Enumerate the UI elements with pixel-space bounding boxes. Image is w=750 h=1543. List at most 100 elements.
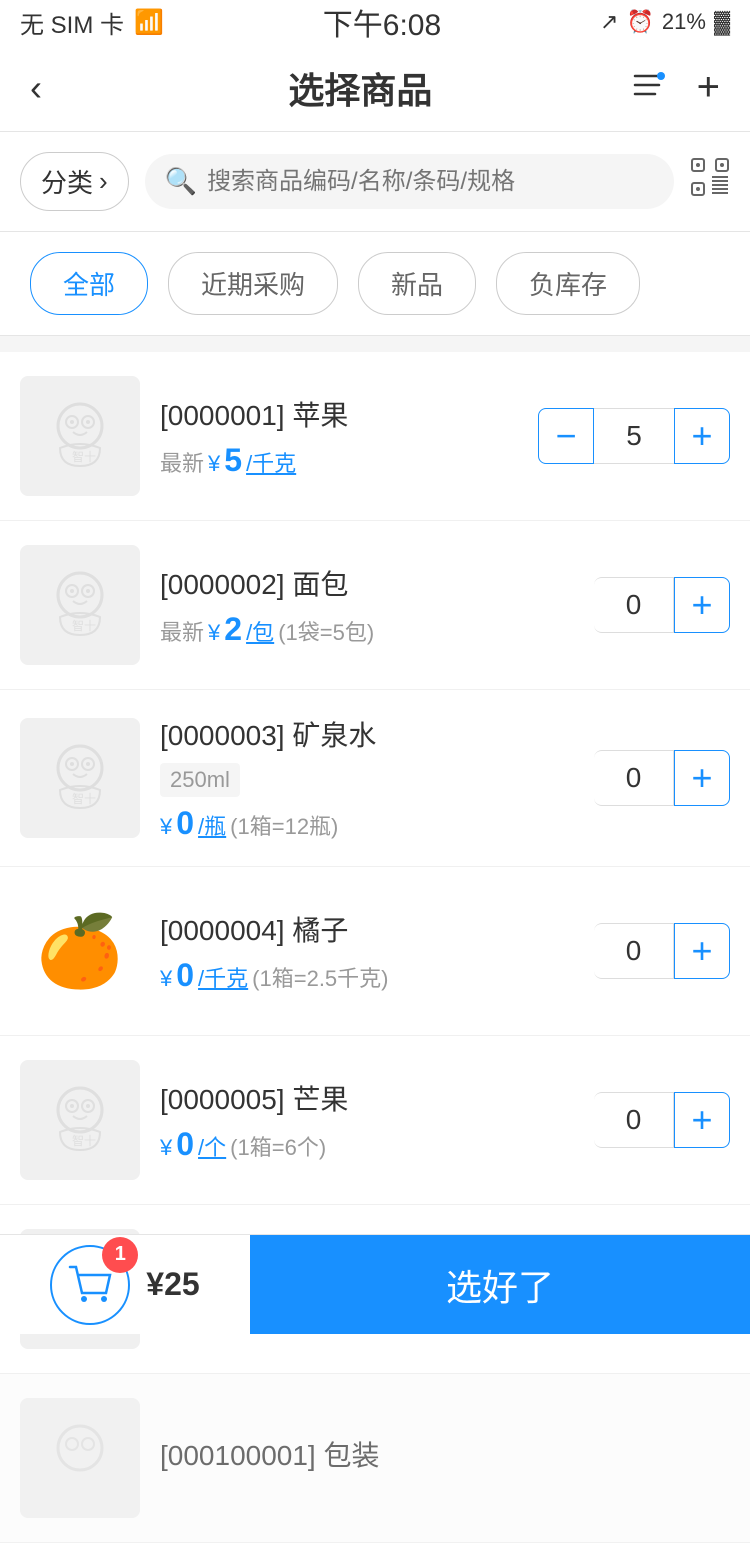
increase-button[interactable]: + — [674, 577, 730, 633]
price-extra: (1箱=2.5千克) — [252, 961, 388, 993]
cart-button[interactable]: 1 — [50, 1245, 130, 1325]
price-symbol: ¥ — [160, 814, 172, 840]
battery-icon: ▓ — [714, 9, 730, 35]
price-value: 0 — [176, 957, 194, 994]
product-price: ¥ 0 /千克 (1箱=2.5千克) — [160, 957, 574, 994]
product-name: [0000003] 矿泉水 — [160, 714, 574, 754]
battery-text: 21% — [662, 9, 706, 35]
product-info: [0000003] 矿泉水 250ml ¥ 0 /瓶 (1箱=12瓶) — [160, 714, 574, 842]
filter-tabs: 全部 近期采购 新品 负库存 — [0, 232, 750, 336]
product-name: [0000005] 芒果 — [160, 1078, 574, 1118]
price-label: 最新 — [160, 615, 204, 647]
bottom-bar: 1 ¥25 选好了 — [0, 1234, 750, 1334]
carrier-text: 无 SIM 卡 — [20, 5, 124, 40]
price-symbol: ¥ — [160, 966, 172, 992]
price-unit: /千克 — [198, 961, 248, 993]
product-thumbnail — [20, 1398, 140, 1518]
svg-text:智十: 智十 — [72, 618, 96, 633]
decrease-button[interactable]: − — [538, 408, 594, 464]
increase-button[interactable]: + — [674, 750, 730, 806]
quantity-input[interactable] — [594, 1092, 674, 1148]
price-unit: /包 — [246, 615, 274, 647]
product-spec: 250ml — [160, 763, 240, 797]
price-unit: /个 — [198, 1130, 226, 1162]
product-info: [0000002] 面包 最新 ¥ 2 /包 (1袋=5包) — [160, 563, 574, 648]
status-left: 无 SIM 卡 📶 — [20, 5, 164, 40]
price-symbol: ¥ — [208, 451, 220, 477]
tab-negative[interactable]: 负库存 — [496, 252, 640, 315]
price-symbol: ¥ — [208, 620, 220, 646]
filter-icon[interactable] — [631, 65, 667, 110]
price-unit: /千克 — [246, 446, 296, 478]
increase-button[interactable]: + — [674, 408, 730, 464]
price-value: 5 — [224, 442, 242, 479]
product-thumbnail: 🍊 — [20, 891, 140, 1011]
product-price: 最新 ¥ 2 /包 (1袋=5包) — [160, 611, 574, 648]
cart-total: ¥25 — [146, 1266, 199, 1303]
product-list: 智十 [0000001] 苹果 最新 ¥ 5 /千克 − + — [0, 352, 750, 1543]
price-value: 0 — [176, 1126, 194, 1163]
quantity-controls: + — [594, 923, 730, 979]
product-item: 智十 [0000005] 芒果 ¥ 0 /个 (1箱=6个) + — [0, 1036, 750, 1205]
svg-text:智十: 智十 — [72, 1133, 96, 1148]
confirm-button[interactable]: 选好了 — [250, 1235, 750, 1334]
price-label: 最新 — [160, 446, 204, 478]
category-label: 分类 — [41, 163, 93, 200]
price-extra: (1箱=12瓶) — [230, 809, 338, 841]
search-icon: 🔍 — [165, 166, 197, 197]
product-name: [0000002] 面包 — [160, 563, 574, 603]
tab-recent[interactable]: 近期采购 — [168, 252, 338, 315]
price-extra: (1袋=5包) — [278, 615, 374, 647]
price-extra: (1箱=6个) — [230, 1130, 326, 1162]
page-title: 选择商品 — [288, 62, 432, 114]
divider — [0, 336, 750, 352]
product-price: ¥ 0 /个 (1箱=6个) — [160, 1126, 574, 1163]
product-item: 🍊 [0000004] 橘子 ¥ 0 /千克 (1箱=2.5千克) + — [0, 867, 750, 1036]
increase-button[interactable]: + — [674, 923, 730, 979]
quantity-controls: + — [594, 1092, 730, 1148]
product-item: 智十 [0000003] 矿泉水 250ml ¥ 0 /瓶 (1箱=12瓶) + — [0, 690, 750, 867]
cart-badge: 1 — [102, 1237, 138, 1273]
category-button[interactable]: 分类 › — [20, 152, 129, 211]
wifi-icon: 📶 — [134, 8, 164, 37]
quantity-controls: + — [594, 577, 730, 633]
product-item: 智十 [0000001] 苹果 最新 ¥ 5 /千克 − + — [0, 352, 750, 521]
cart-section: 1 ¥25 — [0, 1245, 250, 1325]
search-input[interactable] — [207, 168, 654, 196]
product-item: 智十 [0000002] 面包 最新 ¥ 2 /包 (1袋=5包) + — [0, 521, 750, 690]
quantity-input[interactable] — [594, 577, 674, 633]
product-thumbnail: 智十 — [20, 545, 140, 665]
price-symbol: ¥ — [160, 1135, 172, 1161]
product-thumbnail: 智十 — [20, 718, 140, 838]
product-name: [000100001] 包装 — [160, 1434, 730, 1474]
price-value: 0 — [176, 805, 194, 842]
product-price: ¥ 0 /瓶 (1箱=12瓶) — [160, 805, 574, 842]
status-right: ↗ ⏰ 21% ▓ — [600, 9, 730, 35]
alarm-icon: ⏰ — [626, 9, 653, 35]
product-image: 🍊 — [36, 916, 123, 986]
nav-actions: + — [631, 65, 720, 110]
search-bar: 分类 › 🔍 — [0, 132, 750, 232]
price-unit: /瓶 — [198, 809, 226, 841]
search-input-wrap: 🔍 — [145, 154, 674, 209]
product-info: [000100001] 包装 — [160, 1434, 730, 1482]
quantity-input[interactable] — [594, 408, 674, 464]
product-info: [0000001] 苹果 最新 ¥ 5 /千克 — [160, 394, 518, 479]
category-arrow-icon: › — [99, 166, 108, 197]
product-name: [0000004] 橘子 — [160, 909, 574, 949]
quantity-input[interactable] — [594, 923, 674, 979]
tab-new[interactable]: 新品 — [358, 252, 476, 315]
product-thumbnail: 智十 — [20, 376, 140, 496]
product-price: 最新 ¥ 5 /千克 — [160, 442, 518, 479]
scan-icon[interactable] — [690, 157, 730, 206]
svg-text:智十: 智十 — [72, 449, 96, 464]
add-icon[interactable]: + — [697, 65, 720, 110]
quantity-input[interactable] — [594, 750, 674, 806]
back-button[interactable]: ‹ — [30, 67, 90, 109]
tab-all[interactable]: 全部 — [30, 252, 148, 315]
svg-text:智十: 智十 — [72, 791, 96, 806]
status-time: 下午6:08 — [323, 0, 441, 44]
product-thumbnail: 智十 — [20, 1060, 140, 1180]
product-name: [0000001] 苹果 — [160, 394, 518, 434]
increase-button[interactable]: + — [674, 1092, 730, 1148]
